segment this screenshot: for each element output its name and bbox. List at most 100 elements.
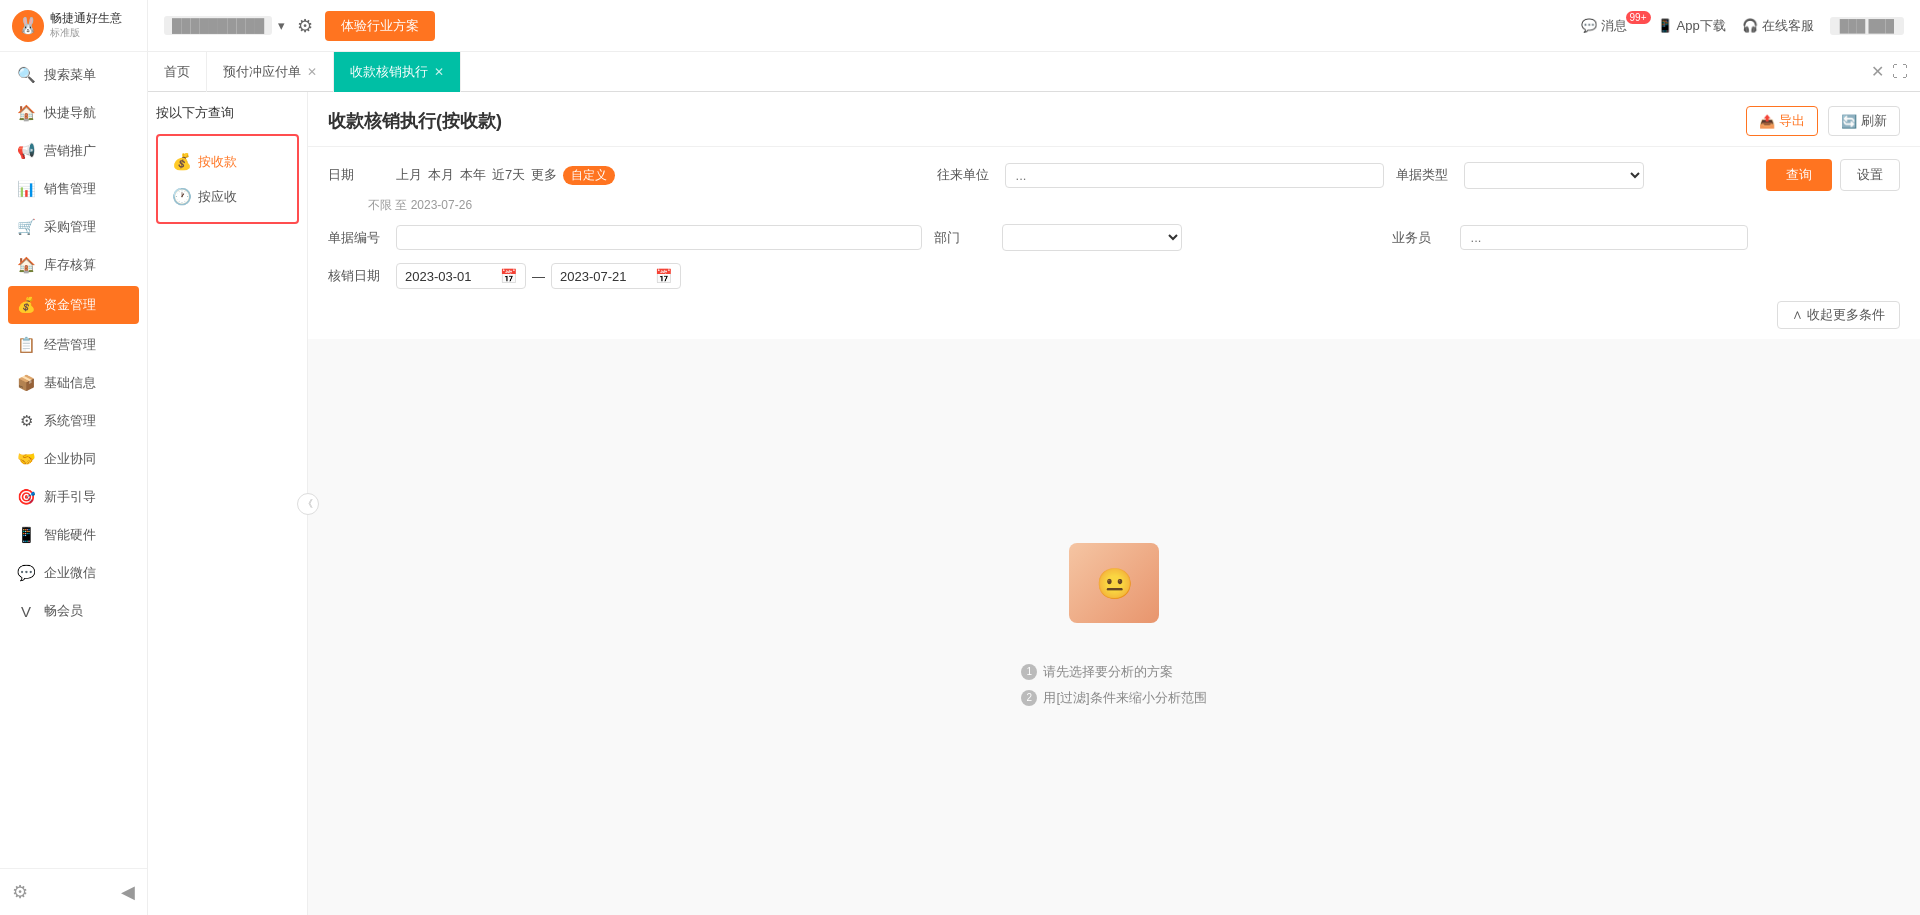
no-limit-label: 不限 至 2023-07-26 [368,198,472,212]
shortcut-last-month[interactable]: 上月 [396,166,422,184]
sidebar-item-wechat[interactable]: 💬 企业微信 [0,554,147,592]
sidebar-item-hardware[interactable]: 📱 智能硬件 [0,516,147,554]
sidebar-item-management[interactable]: 📋 经营管理 [0,326,147,364]
shortcut-7days[interactable]: 近7天 [492,166,525,184]
main-area: ██████████ ▾ ⚙ 体验行业方案 💬 消息 99+ 📱 App下载 🎧… [148,0,1920,915]
tab-home[interactable]: 首页 [148,52,207,92]
industry-btn[interactable]: 体验行业方案 [325,11,435,41]
left-filter-panel: 按以下方查询 💰 按收款 🕐 按应收 《 [148,92,308,915]
filter-panel-title: 按以下方查询 [156,104,299,122]
sidebar-item-member[interactable]: V 畅会员 [0,592,147,630]
sidebar-item-basic[interactable]: 📦 基础信息 [0,364,147,402]
filter-row-3: 核销日期 2023-03-01 📅 — 2023-07-21 📅 [328,263,1900,289]
dept-label: 部门 [934,229,994,247]
message-label: 消息 [1601,17,1627,35]
tip-item-2: 2 用[过滤]条件来缩小分析范围 [1021,685,1206,711]
setting-btn[interactable]: 设置 [1840,159,1900,191]
shortcut-this-year[interactable]: 本年 [460,166,486,184]
filter-receipt-label: 按收款 [198,153,237,171]
receipt-icon: 💰 [172,152,192,171]
collapse-more-btn[interactable]: ∧ 收起更多条件 [1777,301,1900,329]
member-icon: V [16,603,36,620]
left-panel-collapse-btn[interactable]: 《 [297,493,319,515]
tab-actions: ✕ ⛶ [1871,62,1920,81]
cooperation-icon: 🤝 [16,450,36,468]
topbar-gear-icon[interactable]: ⚙ [297,15,313,37]
user-avatar[interactable]: ███ ███ [1830,17,1904,35]
message-btn[interactable]: 💬 消息 99+ [1581,17,1641,35]
tip-text-2: 用[过滤]条件来缩小分析范围 [1043,685,1206,711]
message-badge: 99+ [1626,11,1651,24]
tab-prepay[interactable]: 预付冲应付单 ✕ [207,52,334,92]
online-service-btn[interactable]: 🎧 在线客服 [1742,17,1814,35]
wechat-icon: 💬 [16,564,36,582]
counterpart-label: 往来单位 [937,166,997,184]
purchase-icon: 🛒 [16,218,36,236]
sidebar-item-purchase[interactable]: 🛒 采购管理 [0,208,147,246]
tip-num-1: 1 [1021,664,1037,680]
sidebar-item-system[interactable]: ⚙ 系统管理 [0,402,147,440]
basic-icon: 📦 [16,374,36,392]
shortcut-more[interactable]: 更多 [531,166,557,184]
inventory-icon: 🏠 [16,256,36,274]
topbar-right: 💬 消息 99+ 📱 App下载 🎧 在线客服 ███ ███ [1581,17,1905,35]
filter-row-2: 单据编号 部门 业务员 [328,224,1900,251]
company-selector[interactable]: ██████████ ▾ [164,16,285,35]
tip-item-1: 1 请先选择要分析的方案 [1021,659,1206,685]
shortcut-this-month[interactable]: 本月 [428,166,454,184]
close-tab-icon[interactable]: ✕ [1871,62,1884,81]
date-shortcuts: 上月 本月 本年 近7天 更多 自定义 [396,166,615,185]
sidebar-item-marketing[interactable]: 📢 营销推广 [0,132,147,170]
topbar: ██████████ ▾ ⚙ 体验行业方案 💬 消息 99+ 📱 App下载 🎧… [148,0,1920,52]
export-btn[interactable]: 📤 导出 [1746,106,1818,136]
sidebar-item-guide[interactable]: 🎯 新手引导 [0,478,147,516]
tab-verification-label: 收款核销执行 [350,63,428,81]
app-label: App下载 [1677,17,1726,35]
sidebar-item-finance[interactable]: 💰 资金管理 [8,286,139,324]
verify-date-label: 核销日期 [328,267,388,285]
sidebar-nav: 🔍 搜索菜单 🏠 快捷导航 📢 营销推广 📊 销售管理 🛒 采购管理 🏠 库存核… [0,52,147,868]
filter-by-receivable[interactable]: 🕐 按应收 [166,179,289,214]
logo-title: 畅捷通好生意 [50,11,122,27]
filter-type-box: 💰 按收款 🕐 按应收 [156,134,299,224]
settings-icon[interactable]: ⚙ [12,881,28,903]
chevron-down-icon: ▾ [278,18,285,33]
expand-icon[interactable]: ⛶ [1892,63,1908,81]
sidebar-item-sales[interactable]: 📊 销售管理 [0,170,147,208]
dept-select[interactable] [1002,224,1182,251]
tab-verification-close-icon[interactable]: ✕ [434,65,444,79]
refresh-btn[interactable]: 🔄 刷新 [1828,106,1900,136]
logo-area: 🐰 畅捷通好生意 标准版 [0,0,147,52]
service-label: 在线客服 [1762,17,1814,35]
date-range-separator: — [532,269,545,284]
staff-label: 业务员 [1392,229,1452,247]
collapse-sidebar-icon[interactable]: ◀ [121,881,135,903]
sidebar-item-inventory[interactable]: 🏠 库存核算 [0,246,147,284]
counterpart-filter: 往来单位 [937,163,1384,188]
bill-no-input[interactable] [396,225,922,250]
app-download-btn[interactable]: 📱 App下载 [1657,17,1726,35]
staff-input[interactable] [1460,225,1748,250]
counterpart-input[interactable] [1005,163,1384,188]
query-btn[interactable]: 查询 [1766,159,1832,191]
refresh-icon: 🔄 [1841,114,1857,129]
sidebar-item-cooperation[interactable]: 🤝 企业协同 [0,440,147,478]
empty-box: 😐 [1069,543,1159,623]
filter-by-receipt[interactable]: 💰 按收款 [166,144,289,179]
page-header: 收款核销执行(按收款) 📤 导出 🔄 刷新 [308,92,1920,147]
bill-type-select[interactable] [1464,162,1644,189]
verify-date-start[interactable]: 2023-03-01 📅 [396,263,526,289]
system-icon: ⚙ [16,412,36,430]
sidebar-item-search[interactable]: 🔍 搜索菜单 [0,56,147,94]
bill-type-filter: 单据类型 [1396,162,1754,189]
verify-date-end[interactable]: 2023-07-21 📅 [551,263,681,289]
tab-verification[interactable]: 收款核销执行 ✕ [334,52,461,92]
filter-section: 日期 上月 本月 本年 近7天 更多 自定义 往来单位 [308,147,1920,339]
finance-icon: 💰 [16,296,36,314]
shortcut-custom[interactable]: 自定义 [563,166,615,185]
sidebar-item-shortcuts[interactable]: 🏠 快捷导航 [0,94,147,132]
tab-prepay-close-icon[interactable]: ✕ [307,65,317,79]
management-icon: 📋 [16,336,36,354]
tab-home-label: 首页 [164,63,190,81]
tabbar: 首页 预付冲应付单 ✕ 收款核销执行 ✕ ✕ ⛶ [148,52,1920,92]
